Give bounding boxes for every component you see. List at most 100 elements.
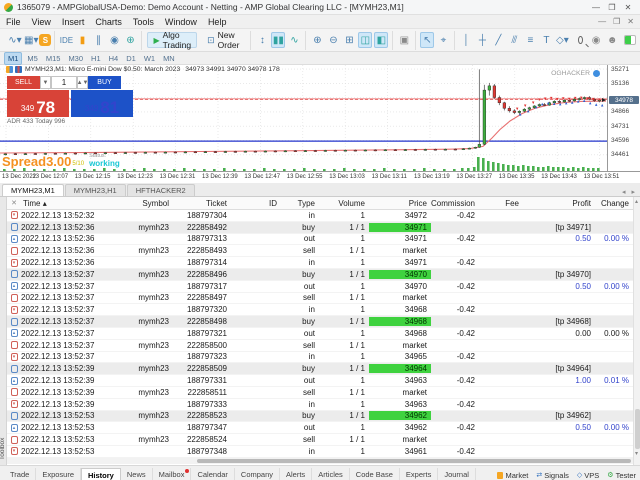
- buy-button[interactable]: BUY: [88, 76, 121, 89]
- screenshot-icon[interactable]: ▣: [397, 32, 411, 48]
- mdi-minimize-button[interactable]: —: [598, 17, 606, 26]
- line-chart-icon[interactable]: ∿: [287, 32, 301, 48]
- sell-price[interactable]: 349 78: [7, 90, 69, 117]
- menu-item-tools[interactable]: Tools: [133, 17, 154, 27]
- timeframe-m15[interactable]: M15: [43, 53, 64, 64]
- bottom-tab-exposure[interactable]: Exposure: [36, 468, 82, 480]
- table-row[interactable]: 2022.12.13 13:52:37 mymh23 222858500 sell 1 …: [7, 339, 633, 352]
- bottom-tab-company[interactable]: Company: [235, 468, 281, 480]
- menu-item-insert[interactable]: Insert: [62, 17, 85, 27]
- trendline-icon[interactable]: ╱: [491, 32, 505, 48]
- bottom-tab-alerts[interactable]: Alerts: [280, 468, 313, 480]
- bottom-tab-calendar[interactable]: Calendar: [191, 468, 235, 480]
- text-icon[interactable]: T: [539, 32, 553, 48]
- grid-icon[interactable]: ⊞: [342, 32, 356, 48]
- menu-item-file[interactable]: File: [6, 17, 21, 27]
- table-row[interactable]: ▾ 2022.12.13 13:52:53 188797348 in 1 34961 -0.…: [7, 445, 633, 458]
- bottom-tab-mailbox[interactable]: Mailbox: [153, 468, 192, 480]
- chart-tab-scroll-right-icon[interactable]: ▸: [628, 188, 638, 196]
- bottom-tab-articles[interactable]: Articles: [312, 468, 350, 480]
- minimize-button[interactable]: —: [588, 3, 604, 12]
- volume-input[interactable]: 1: [51, 76, 77, 89]
- table-row[interactable]: ▾ 2022.12.13 13:52:32 188797304 in 1 34972 -0.…: [7, 210, 633, 222]
- bottom-tab-history[interactable]: History: [81, 468, 121, 480]
- restore-button[interactable]: ❐: [604, 3, 620, 12]
- table-row[interactable]: 2022.12.13 13:52:39 mymh23 222858511 sell 1 …: [7, 386, 633, 399]
- profile-icon[interactable]: ☻: [605, 32, 619, 48]
- column-header-profit[interactable]: Profit: [523, 199, 595, 208]
- chart-tab-mymh23-m1[interactable]: MYMH23,M1: [2, 184, 64, 196]
- menu-item-help[interactable]: Help: [208, 17, 227, 27]
- table-row[interactable]: ▴ 2022.12.13 13:52:36 188797313 out 1 34971 -0…: [7, 233, 633, 246]
- table-row[interactable]: 2022.12.13 13:52:37 mymh23 222858496 buy 1 /…: [7, 268, 633, 281]
- table-row[interactable]: ▴ 2022.12.13 13:52:37 188797317 out 1 34970 -0…: [7, 280, 633, 293]
- close-toolbox-button[interactable]: ✕: [7, 199, 21, 207]
- table-row[interactable]: ▾ 2022.12.13 13:52:36 188797314 in 1 34971 -0.…: [7, 257, 633, 269]
- new-order-button[interactable]: ⊡ New Order: [201, 30, 246, 50]
- column-header-id[interactable]: ID: [231, 199, 281, 208]
- bottom-tab-journal[interactable]: Journal: [438, 468, 476, 480]
- status-market[interactable]: Market: [497, 471, 528, 480]
- table-row[interactable]: 2022.12.13 13:52:36 mymh23 222858493 sell 1 …: [7, 245, 633, 258]
- column-header-commission[interactable]: Commission: [431, 199, 479, 208]
- mdi-restore-button[interactable]: ❐: [613, 17, 620, 26]
- connection-icon[interactable]: ∥: [91, 32, 105, 48]
- mdi-close-button[interactable]: ✕: [627, 17, 634, 26]
- algo-trading-button[interactable]: ▶ Algo Trading: [147, 30, 198, 50]
- column-header-fee[interactable]: Fee: [479, 199, 523, 208]
- timeframe-mn[interactable]: MN: [160, 53, 178, 64]
- column-header-time[interactable]: Time ▴: [21, 199, 121, 208]
- status-signals[interactable]: ⇄ Signals: [536, 471, 568, 480]
- scroll-down-icon[interactable]: ▾: [635, 450, 638, 457]
- vertical-line-icon[interactable]: │: [459, 32, 473, 48]
- bottom-tab-news[interactable]: News: [121, 468, 153, 480]
- object-window-icon[interactable]: ◧: [374, 32, 389, 48]
- table-row[interactable]: 2022.12.13 13:52:37 mymh23 222858497 sell 1 …: [7, 292, 633, 305]
- symbol-s-icon[interactable]: S: [39, 34, 52, 46]
- chart-tab-hfthacker2[interactable]: HFTHACKER2: [126, 184, 195, 196]
- table-row[interactable]: 2022.12.13 13:52:53 mymh23 222858524 sell 1 …: [7, 434, 633, 446]
- volume-stepper[interactable]: ▲▼: [77, 76, 88, 89]
- lock-icon[interactable]: ▮: [75, 32, 89, 48]
- column-header-price[interactable]: Price: [369, 199, 431, 208]
- column-header-symbol[interactable]: Symbol: [121, 199, 173, 208]
- bottom-tab-trade[interactable]: Trade: [4, 468, 37, 480]
- tick-chart-icon[interactable]: ↕: [255, 32, 269, 48]
- fibo-icon[interactable]: ≡: [523, 32, 537, 48]
- table-row[interactable]: ▴ 2022.12.13 13:52:53 188797347 out 1 34962 -0…: [7, 422, 633, 435]
- chart-tab-mymh23-h1[interactable]: MYMH23,H1: [64, 184, 126, 196]
- timeframe-d1[interactable]: D1: [123, 53, 139, 64]
- column-header-type[interactable]: Type: [281, 199, 319, 208]
- table-row[interactable]: ▾ 2022.12.13 13:52:39 188797333 in 1 34963 -0.…: [7, 398, 633, 411]
- menu-item-charts[interactable]: Charts: [95, 17, 122, 27]
- table-row[interactable]: 2022.12.13 13:52:36 mymh23 222858492 buy 1 /…: [7, 221, 633, 234]
- table-row[interactable]: 2022.12.13 13:52:53 mymh23 222858523 buy 1 /…: [7, 410, 633, 423]
- table-row[interactable]: 2022.12.13 13:52:37 mymh23 222858498 buy 1 /…: [7, 316, 633, 328]
- depth-of-market-icon[interactable]: [15, 66, 22, 73]
- menu-item-window[interactable]: Window: [165, 17, 197, 27]
- help-icon[interactable]: ◉: [589, 32, 603, 48]
- notifications-icon[interactable]: ◉: [107, 32, 121, 48]
- table-row[interactable]: ▴ 2022.12.13 13:52:37 188797321 out 1 34968 -0…: [7, 327, 633, 340]
- bottom-tab-code-base[interactable]: Code Base: [350, 468, 400, 480]
- scroll-up-icon[interactable]: ▴: [635, 198, 638, 205]
- sell-button[interactable]: SELL: [7, 76, 40, 89]
- menu-item-view[interactable]: View: [32, 17, 51, 27]
- search-icon[interactable]: [578, 36, 584, 44]
- candles-icon[interactable]: ▮▮: [271, 32, 286, 48]
- cursor-icon[interactable]: ↖: [420, 32, 435, 48]
- column-header-ticket[interactable]: Ticket: [173, 199, 231, 208]
- column-header-volume[interactable]: Volume: [319, 199, 369, 208]
- chart-tab-scroll-left-icon[interactable]: ◂: [619, 188, 629, 196]
- table-row[interactable]: ▾ 2022.12.13 13:52:37 188797323 in 1 34965 -0.…: [7, 351, 633, 364]
- timeframe-m5[interactable]: M5: [24, 53, 40, 64]
- sell-dropdown-icon[interactable]: ▼: [40, 76, 51, 89]
- timeframe-m1[interactable]: M1: [4, 51, 23, 65]
- zoom-out-icon[interactable]: ⊖: [326, 32, 340, 48]
- close-button[interactable]: ✕: [620, 3, 636, 12]
- shapes-dropdown-icon[interactable]: ◇▾: [555, 32, 569, 48]
- horizontal-scrollbar[interactable]: [7, 458, 633, 464]
- timeframe-h4[interactable]: H4: [106, 53, 122, 64]
- chart-type-icon[interactable]: ∿▾: [8, 32, 22, 48]
- status-tester[interactable]: ⚙ Tester: [607, 471, 636, 480]
